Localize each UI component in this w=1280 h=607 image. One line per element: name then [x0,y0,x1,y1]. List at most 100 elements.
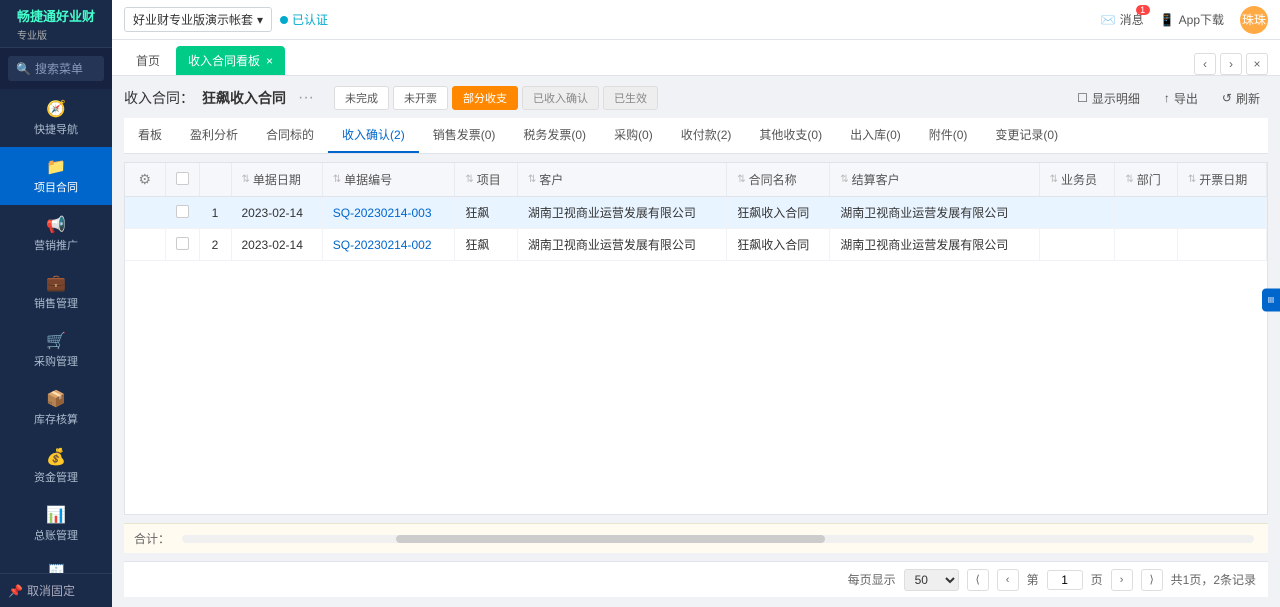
sidebar-search[interactable]: 🔍 搜索菜单 [0,48,112,89]
inner-tab-9[interactable]: 出入库(0) [836,118,915,153]
inner-tab-1[interactable]: 盈利分析 [176,118,252,153]
th-project[interactable]: ⇅项目 [455,163,517,197]
user-name: 珠珠 [1242,11,1266,28]
data-table-area[interactable]: ⚙ ⇅单据日期 ⇅单据编号 ⇅项目 ⇅客户 ⇅合同名称 ⇅结算客户 ⇅业务员 ⇅… [124,162,1268,515]
inner-tab-3[interactable]: 收入确认(2) [328,118,419,153]
row-department-0 [1115,197,1177,229]
inner-tab-2[interactable]: 合同标的 [252,118,328,153]
nav-icon-7: 📊 [46,505,66,525]
inner-tab-11[interactable]: 变更记录(0) [981,118,1072,153]
inner-tab-0[interactable]: 看板 [124,118,176,153]
inner-tab-10[interactable]: 附件(0) [915,118,982,153]
row-date-1: 2023-02-14 [231,229,322,261]
row-num-1: 2 [199,229,231,261]
company-selector[interactable]: 好业财专业版演示帐套 ▾ [124,7,272,32]
row-contract-name-1: 狂飙收入合同 [727,229,830,261]
th-settle-customer[interactable]: ⇅结算客户 [830,163,1039,197]
page-input[interactable] [1047,570,1083,590]
download-icon: 📱 [1160,13,1175,27]
th-checkbox[interactable] [165,163,199,197]
th-contract-name[interactable]: ⇅合同名称 [727,163,830,197]
search-label: 搜索菜单 [35,60,83,77]
row-check-1[interactable] [165,229,199,261]
tab-income-contract[interactable]: 收入合同看板 × [176,46,285,75]
row-invoice-date-0 [1177,197,1266,229]
horizontal-scrollbar[interactable] [182,535,1254,543]
row-checkbox-0[interactable] [176,205,189,218]
sidebar-item-3[interactable]: 💼销售管理 [0,263,112,321]
row-number-1[interactable]: SQ-20230214-002 [322,229,455,261]
sidebar-item-7[interactable]: 📊总账管理 [0,495,112,553]
header-checkbox[interactable] [176,172,189,185]
inner-tab-7[interactable]: 收付款(2) [667,118,746,153]
tab-close-icon[interactable]: × [266,54,273,68]
th-customer[interactable]: ⇅客户 [517,163,726,197]
dropdown-icon: ▾ [257,13,263,27]
sidebar-item-6[interactable]: 💰资金管理 [0,437,112,495]
tab-next-btn[interactable]: › [1220,53,1242,75]
per-page-select[interactable]: 50 100 200 [904,569,959,591]
refresh-label: 刷新 [1236,90,1260,107]
sort-icon: ⇅ [465,174,473,185]
th-invoice-date[interactable]: ⇅开票日期 [1177,163,1266,197]
refresh-btn[interactable]: ↺ 刷新 [1214,87,1268,110]
row-number-link-0[interactable]: SQ-20230214-003 [333,206,432,220]
th-settings[interactable]: ⚙ [125,163,165,197]
sidebar-item-0[interactable]: 🧭快捷导航 [0,89,112,147]
last-page-btn[interactable]: ⟩ [1141,569,1163,591]
th-department[interactable]: ⇅部门 [1115,163,1177,197]
sidebar-bottom-pin[interactable]: 📌 取消固定 [0,573,112,607]
page-unit: 页 [1091,571,1103,588]
right-panel-btn[interactable]: ≡ [1262,288,1280,311]
sidebar-item-2[interactable]: 📢营销推广 [0,205,112,263]
th-date[interactable]: ⇅单据日期 [231,163,322,197]
inner-tab-8[interactable]: 其他收支(0) [745,118,836,153]
user-avatar[interactable]: 珠珠 [1240,6,1268,34]
settings-gear-icon[interactable]: ⚙ [138,171,151,187]
app-download-btn[interactable]: 📱 App下载 [1160,11,1224,28]
row-check-0[interactable] [165,197,199,229]
export-label: 导出 [1174,90,1198,107]
sidebar-item-8[interactable]: 🧾发票管理 [0,553,112,573]
table-row[interactable]: 2 2023-02-14 SQ-20230214-002 狂飙 湖南卫视商业运营… [125,229,1267,261]
th-number[interactable]: ⇅单据编号 [322,163,455,197]
tab-close-btn[interactable]: × [1246,53,1268,75]
nav-icon-8: 🧾 [46,563,66,573]
inner-tab-5[interactable]: 税务发票(0) [509,118,600,153]
pin-icon: 📌 [8,584,23,598]
show-detail-label: 显示明细 [1092,90,1140,107]
th-salesman[interactable]: ⇅业务员 [1039,163,1115,197]
status-btn-4[interactable]: 已生效 [603,86,658,110]
sidebar-item-4[interactable]: 🛒采购管理 [0,321,112,379]
row-settle-customer-0: 湖南卫视商业运营发展有限公司 [830,197,1039,229]
row-checkbox-1[interactable] [176,237,189,250]
checkbox-icon: ☐ [1077,91,1088,105]
tab-prev-btn[interactable]: ‹ [1194,53,1216,75]
sort-icon: ⇅ [1188,174,1196,185]
show-detail-btn[interactable]: ☐ 显示明细 [1069,87,1148,110]
sidebar-item-1[interactable]: 📁项目合同 [0,147,112,205]
row-number-0[interactable]: SQ-20230214-003 [322,197,455,229]
table-row[interactable]: 1 2023-02-14 SQ-20230214-003 狂飙 湖南卫视商业运营… [125,197,1267,229]
status-btn-3[interactable]: 已收入确认 [522,86,599,110]
next-page-btn[interactable]: › [1111,569,1133,591]
more-options-btn[interactable]: ··· [294,89,318,107]
export-icon: ↑ [1164,91,1170,105]
status-btn-0[interactable]: 未完成 [334,86,389,110]
prev-page-btn[interactable]: ‹ [997,569,1019,591]
inner-tab-6[interactable]: 采购(0) [600,118,667,153]
message-btn[interactable]: ✉️ 1 消息 [1101,11,1144,28]
export-btn[interactable]: ↑ 导出 [1156,87,1206,110]
status-btn-1[interactable]: 未开票 [393,86,448,110]
sidebar-logo: 畅捷通好业财 专业版 [0,0,112,48]
scrollbar-thumb[interactable] [396,535,825,543]
tab-home[interactable]: 首页 [124,46,172,75]
row-number-link-1[interactable]: SQ-20230214-002 [333,238,432,252]
active-tab-label: 收入合同看板 [188,52,260,69]
sidebar-item-5[interactable]: 📦库存核算 [0,379,112,437]
company-name: 好业财专业版演示帐套 [133,11,253,28]
first-page-btn[interactable]: ⟨ [967,569,989,591]
status-btn-2[interactable]: 部分收支 [452,86,518,110]
inner-tab-4[interactable]: 销售发票(0) [419,118,510,153]
sum-label: 合计： [134,530,170,547]
